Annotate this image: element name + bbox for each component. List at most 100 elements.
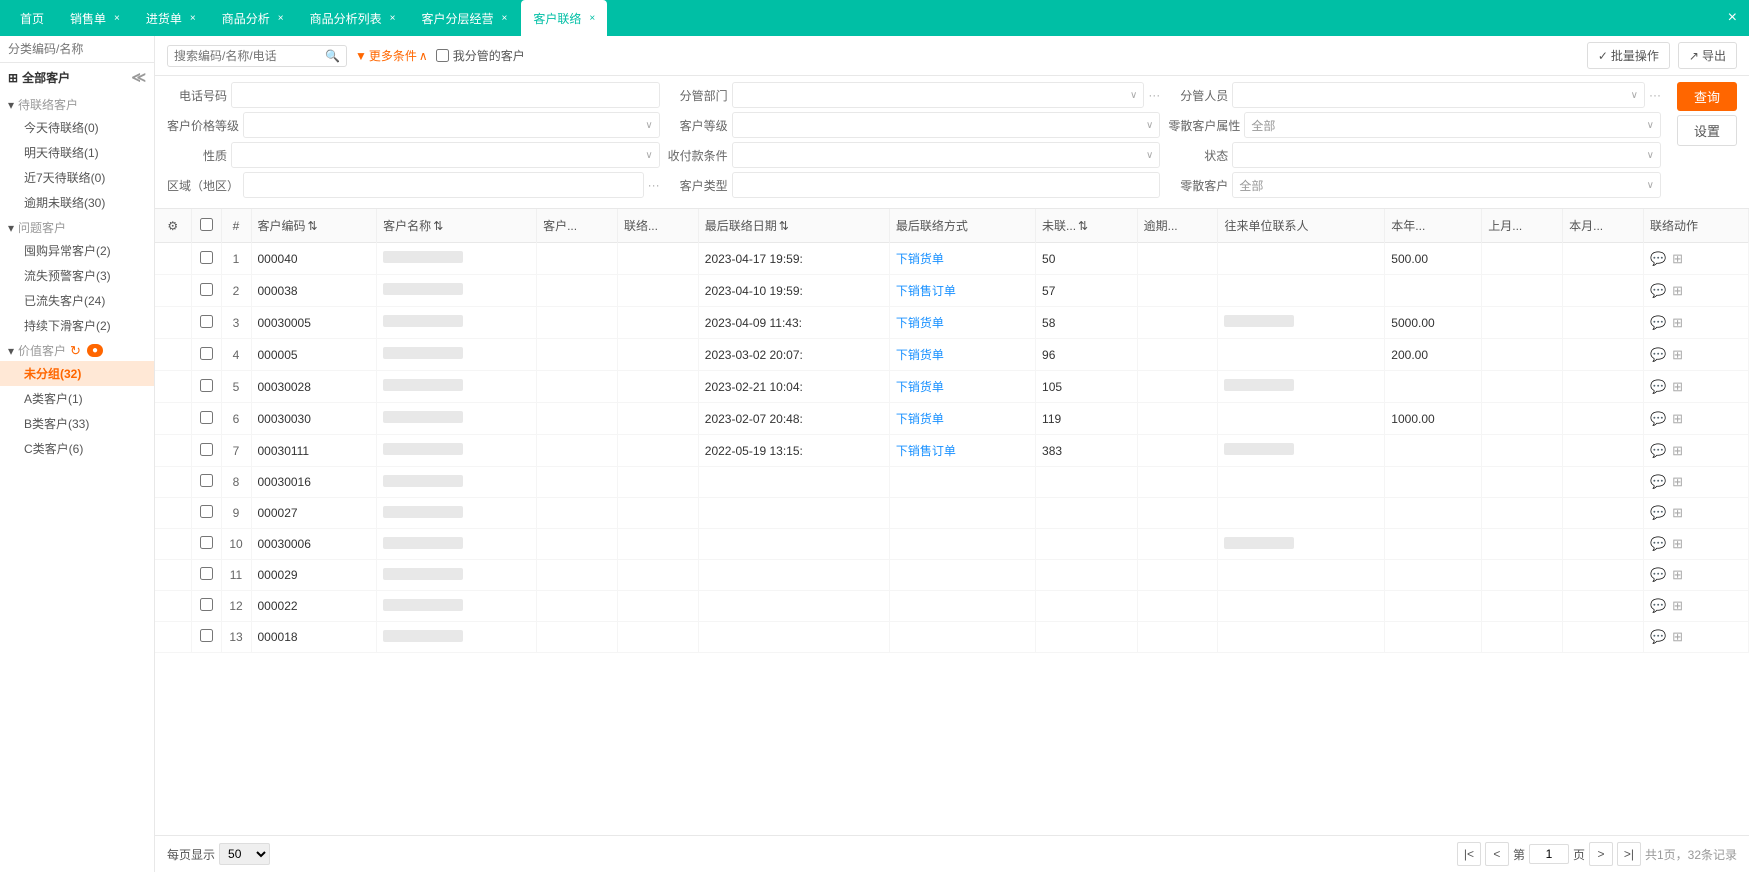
tab-sales[interactable]: 销售单 × [58,0,132,36]
sidebar-item-class-b[interactable]: B类客户(33) [0,411,154,436]
row-checkbox[interactable] [200,411,213,424]
more-action-icon[interactable]: ⊞ [1672,567,1683,583]
sidebar-item-hoarding[interactable]: 囤购异常客户(2) [0,238,154,263]
sidebar-group-pending[interactable]: ▾ 待联络客户 [0,92,154,115]
sidebar-item-overdue-pending[interactable]: 逾期未联络(30) [0,190,154,215]
first-page-button[interactable]: |< [1457,842,1481,866]
last-page-button[interactable]: >| [1617,842,1641,866]
refresh-icon[interactable]: ↻ [70,343,81,359]
batch-op-button[interactable]: ✓ 批量操作 [1587,42,1670,69]
contact-icon[interactable]: 💬 [1650,536,1666,552]
sidebar-item-churn-warning[interactable]: 流失预警客户(3) [0,263,154,288]
tab-customer-segmentation[interactable]: 客户分层经营 × [409,0,519,36]
tab-product-analysis-close[interactable]: × [278,13,284,24]
contact-icon[interactable]: 💬 [1650,315,1666,331]
gear-icon[interactable]: ⚙ [167,219,178,233]
contact-icon[interactable]: 💬 [1650,629,1666,645]
region-dots[interactable]: ··· [648,178,660,192]
per-page-select[interactable]: 50 100 [219,843,270,865]
dept-dots[interactable]: ··· [1148,88,1160,102]
sidebar-item-class-a[interactable]: A类客户(1) [0,386,154,411]
row-checkbox[interactable] [200,379,213,392]
adv-input-price-grade[interactable]: ∨ [243,112,660,138]
more-action-icon[interactable]: ⊞ [1672,505,1683,521]
sidebar-item-ungrouped[interactable]: 未分组(32) [0,361,154,386]
contact-icon[interactable]: 💬 [1650,505,1666,521]
tab-purchase-close[interactable]: × [190,13,196,24]
sidebar-item-tomorrow-pending[interactable]: 明天待联络(1) [0,140,154,165]
reset-button[interactable]: 设置 [1677,115,1737,146]
contact-icon[interactable]: 💬 [1650,567,1666,583]
row-checkbox[interactable] [200,251,213,264]
sidebar-item-declining[interactable]: 持续下滑客户(2) [0,313,154,338]
adv-input-sparse-cust[interactable]: 全部 ∨ [1232,172,1661,198]
row-method-link[interactable]: 下销货单 [896,412,944,426]
row-checkbox[interactable] [200,283,213,296]
more-conditions-button[interactable]: ▼ 更多条件 ∧ [355,47,428,64]
more-action-icon[interactable]: ⊞ [1672,411,1683,427]
more-action-icon[interactable]: ⊞ [1672,347,1683,363]
tab-product-list-close[interactable]: × [390,13,396,24]
contact-icon[interactable]: 💬 [1650,474,1666,490]
sidebar-search-input[interactable] [8,42,155,56]
sidebar-item-churned[interactable]: 已流失客户(24) [0,288,154,313]
contact-icon[interactable]: 💬 [1650,379,1666,395]
th-code[interactable]: 客户编码 ⇅ [251,209,377,243]
tab-purchase[interactable]: 进货单 × [134,0,208,36]
contact-icon[interactable]: 💬 [1650,347,1666,363]
my-customers-checkbox[interactable] [436,49,449,62]
row-method-link[interactable]: 下销售订单 [896,284,956,298]
adv-input-status[interactable]: ∨ [1232,142,1661,168]
row-method-link[interactable]: 下销售订单 [896,444,956,458]
sidebar-collapse-icon[interactable]: ≪ [131,69,146,86]
close-all-button[interactable]: × [1724,5,1741,31]
more-action-icon[interactable]: ⊞ [1672,443,1683,459]
sidebar-item-class-c[interactable]: C类客户(6) [0,436,154,461]
tab-customer-segmentation-close[interactable]: × [501,13,507,24]
more-action-icon[interactable]: ⊞ [1672,251,1683,267]
tab-customer-contact[interactable]: 客户联络 × [521,0,607,36]
row-checkbox[interactable] [200,443,213,456]
search-icon[interactable]: 🔍 [325,49,340,63]
th-no-contact[interactable]: 未联... ⇅ [1036,209,1138,243]
more-action-icon[interactable]: ⊞ [1672,379,1683,395]
more-action-icon[interactable]: ⊞ [1672,474,1683,490]
row-checkbox[interactable] [200,474,213,487]
more-action-icon[interactable]: ⊞ [1672,629,1683,645]
sidebar-group-value[interactable]: ▾ 价值客户 ↻ ● [0,338,154,361]
person-dots[interactable]: ··· [1649,88,1661,102]
row-checkbox[interactable] [200,505,213,518]
prev-page-button[interactable]: < [1485,842,1509,866]
sidebar-all-customers[interactable]: ⊞ 全部客户 ≪ [0,63,154,92]
adv-input-person[interactable]: ∨ [1232,82,1645,108]
more-action-icon[interactable]: ⊞ [1672,315,1683,331]
contact-icon[interactable]: 💬 [1650,411,1666,427]
row-method-link[interactable]: 下销货单 [896,348,944,362]
select-all-checkbox[interactable] [200,218,213,231]
contact-icon[interactable]: 💬 [1650,251,1666,267]
contact-icon[interactable]: 💬 [1650,443,1666,459]
contact-icon[interactable]: 💬 [1650,283,1666,299]
tab-product-list[interactable]: 商品分析列表 × [298,0,408,36]
row-checkbox[interactable] [200,629,213,642]
th-gear[interactable]: ⚙ [155,209,191,243]
row-method-link[interactable]: 下销货单 [896,252,944,266]
query-button[interactable]: 查询 [1677,82,1737,111]
tab-sales-close[interactable]: × [114,13,120,24]
tab-home[interactable]: 首页 [8,0,56,36]
more-action-icon[interactable]: ⊞ [1672,598,1683,614]
next-page-button[interactable]: > [1589,842,1613,866]
adv-input-payment[interactable]: ∨ [732,142,1161,168]
sidebar-item-7days-pending[interactable]: 近7天待联络(0) [0,165,154,190]
row-method-link[interactable]: 下销货单 [896,316,944,330]
adv-input-sparse-attr[interactable]: 全部 ∨ [1244,112,1661,138]
row-method-link[interactable]: 下销货单 [896,380,944,394]
search-input[interactable] [174,49,321,63]
page-input[interactable] [1529,844,1569,864]
adv-input-region[interactable] [243,172,644,198]
export-button[interactable]: ↗ 导出 [1678,42,1737,69]
more-action-icon[interactable]: ⊞ [1672,283,1683,299]
tab-product-analysis[interactable]: 商品分析 × [210,0,296,36]
adv-input-dept[interactable]: ∨ [732,82,1145,108]
adv-input-cust-type[interactable] [732,172,1161,198]
